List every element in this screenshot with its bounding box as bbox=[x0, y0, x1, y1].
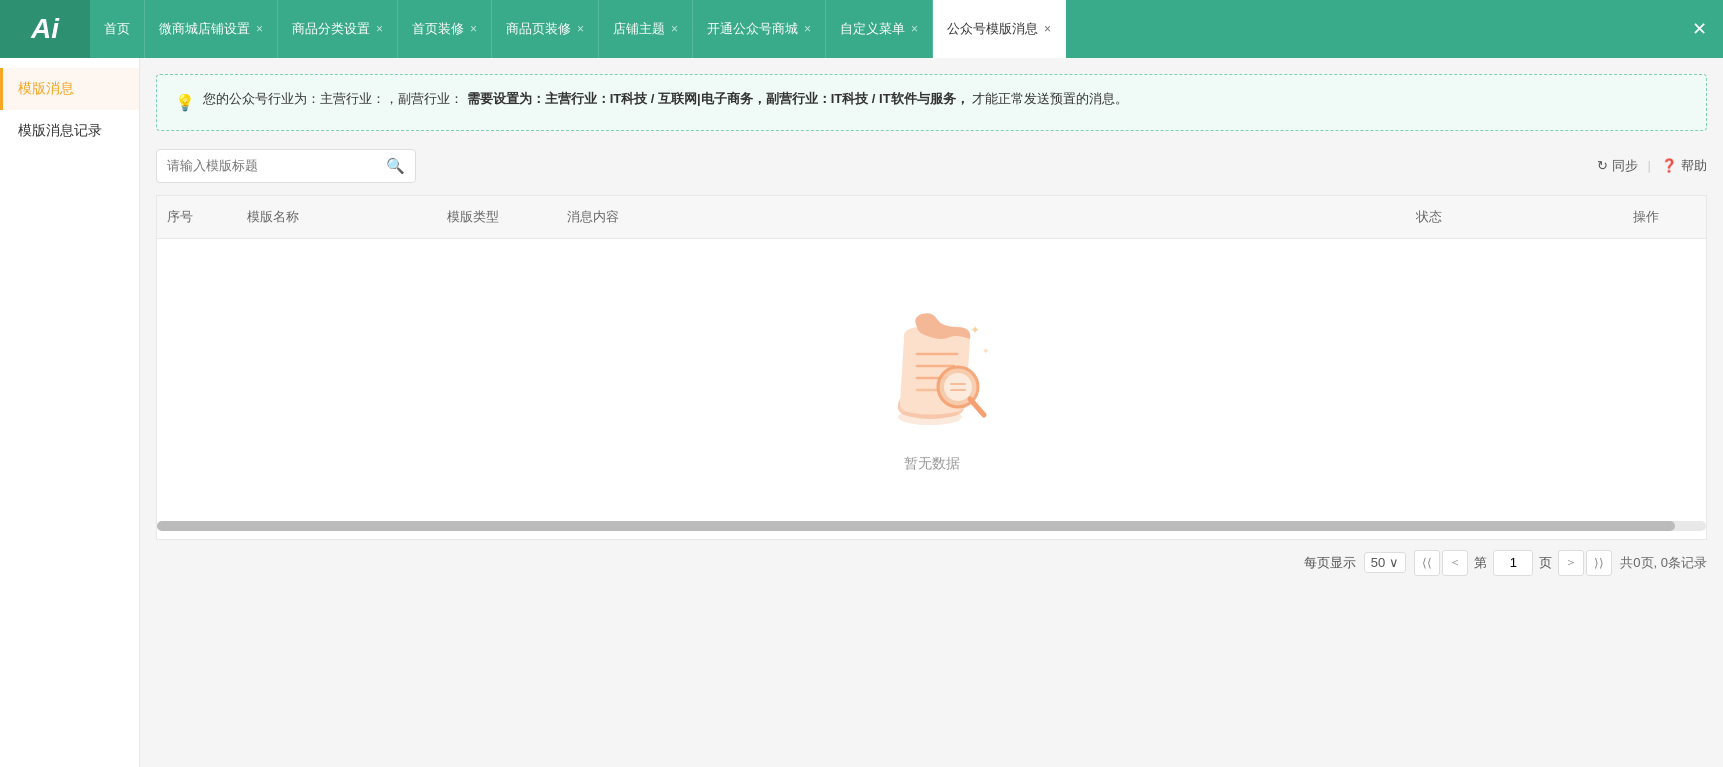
last-page-button[interactable]: ⟩⟩ bbox=[1586, 550, 1612, 576]
main-layout: 模版消息模版消息记录 💡 您的公众号行业为：主营行业：，副营行业： 需要设置为：… bbox=[0, 58, 1723, 767]
tab-open-mall[interactable]: 开通公众号商城× bbox=[693, 0, 826, 58]
empty-illustration: ✦ ✦ · bbox=[862, 299, 1002, 439]
svg-text:·: · bbox=[977, 338, 979, 345]
chevron-down-icon: ∨ bbox=[1389, 555, 1399, 570]
th-action: 操作 bbox=[1586, 196, 1706, 238]
logo: Ai bbox=[0, 0, 90, 58]
tab-close-template-msg[interactable]: × bbox=[1044, 22, 1051, 36]
tab-close-open-mall[interactable]: × bbox=[804, 22, 811, 36]
search-icon[interactable]: 🔍 bbox=[386, 157, 405, 175]
empty-state: ✦ ✦ · 暂无数据 bbox=[157, 239, 1706, 513]
th-status: 状态 bbox=[1406, 196, 1586, 238]
sidebar: 模版消息模版消息记录 bbox=[0, 58, 140, 767]
svg-text:✦: ✦ bbox=[982, 346, 990, 356]
page-size-label: 每页显示 bbox=[1304, 554, 1356, 572]
tab-template-msg[interactable]: 公众号模版消息× bbox=[933, 0, 1066, 58]
total-info: 共0页, 0条记录 bbox=[1620, 554, 1707, 572]
th-type: 模版类型 bbox=[437, 196, 557, 238]
tab-close-home-decor[interactable]: × bbox=[470, 22, 477, 36]
scroll-thumb bbox=[157, 521, 1675, 531]
help-icon: ❓ bbox=[1661, 158, 1677, 173]
th-name: 模版名称 bbox=[237, 196, 437, 238]
empty-text: 暂无数据 bbox=[904, 455, 960, 473]
notice-text: 您的公众号行业为：主营行业：，副营行业： 需要设置为：主营行业：IT科技 / 互… bbox=[203, 89, 1128, 110]
sidebar-item-template-records[interactable]: 模版消息记录 bbox=[0, 110, 139, 152]
global-close-button[interactable]: ✕ bbox=[1676, 0, 1723, 58]
first-page-button[interactable]: ⟨⟨ bbox=[1414, 550, 1440, 576]
help-button[interactable]: ❓ 帮助 bbox=[1661, 157, 1707, 175]
table-header: 序号模版名称模版类型消息内容状态操作 bbox=[157, 196, 1706, 239]
tab-close-category[interactable]: × bbox=[376, 22, 383, 36]
page-size-select[interactable]: 50 ∨ bbox=[1364, 552, 1406, 573]
data-table: 序号模版名称模版类型消息内容状态操作 bbox=[156, 195, 1707, 540]
top-nav: Ai 首页微商城店铺设置×商品分类设置×首页装修×商品页装修×店铺主题×开通公众… bbox=[0, 0, 1723, 58]
notice-box: 💡 您的公众号行业为：主营行业：，副营行业： 需要设置为：主营行业：IT科技 /… bbox=[156, 74, 1707, 131]
tab-shop-theme[interactable]: 店铺主题× bbox=[599, 0, 693, 58]
tab-bar: 首页微商城店铺设置×商品分类设置×首页装修×商品页装修×店铺主题×开通公众号商城… bbox=[90, 0, 1676, 58]
search-bar: 🔍 ↻ 同步 | ❓ 帮助 bbox=[156, 149, 1707, 183]
page-number-input[interactable] bbox=[1493, 550, 1533, 576]
bulb-icon: 💡 bbox=[175, 90, 195, 116]
sync-icon: ↻ bbox=[1597, 158, 1608, 173]
divider: | bbox=[1648, 158, 1651, 173]
scroll-track[interactable] bbox=[157, 521, 1706, 531]
svg-point-6 bbox=[944, 373, 972, 401]
tab-close-custom-menu[interactable]: × bbox=[911, 22, 918, 36]
toolbar-right: ↻ 同步 | ❓ 帮助 bbox=[1597, 157, 1707, 175]
search-input-wrap: 🔍 bbox=[156, 149, 416, 183]
svg-line-7 bbox=[970, 399, 984, 415]
prev-page-button[interactable]: ＜ bbox=[1442, 550, 1468, 576]
sync-button[interactable]: ↻ 同步 bbox=[1597, 157, 1638, 175]
tab-close-shop-theme[interactable]: × bbox=[671, 22, 678, 36]
sidebar-item-template-msg[interactable]: 模版消息 bbox=[0, 68, 139, 110]
tab-product-decor[interactable]: 商品页装修× bbox=[492, 0, 599, 58]
notice-highlight: 需要设置为：主营行业：IT科技 / 互联网|电子商务，副营行业：IT科技 / I… bbox=[467, 91, 969, 106]
svg-text:✦: ✦ bbox=[970, 323, 980, 337]
tab-home[interactable]: 首页 bbox=[90, 0, 145, 58]
tab-micro-shop[interactable]: 微商城店铺设置× bbox=[145, 0, 278, 58]
tab-home-decor[interactable]: 首页装修× bbox=[398, 0, 492, 58]
tab-close-product-decor[interactable]: × bbox=[577, 22, 584, 36]
page-unit: 页 bbox=[1539, 554, 1552, 572]
page-navigation: ⟨⟨ ＜ 第 页 ＞ ⟩⟩ bbox=[1414, 550, 1612, 576]
tab-close-micro-shop[interactable]: × bbox=[256, 22, 263, 36]
th-content: 消息内容 bbox=[557, 196, 1406, 238]
page-size-value: 50 bbox=[1371, 555, 1385, 570]
next-page-button[interactable]: ＞ bbox=[1558, 550, 1584, 576]
pagination: 每页显示 50 ∨ ⟨⟨ ＜ 第 页 ＞ ⟩⟩ 共0页, 0条记录 bbox=[156, 540, 1707, 576]
content-area: 💡 您的公众号行业为：主营行业：，副营行业： 需要设置为：主营行业：IT科技 /… bbox=[140, 58, 1723, 767]
search-input[interactable] bbox=[167, 158, 386, 173]
tab-custom-menu[interactable]: 自定义菜单× bbox=[826, 0, 933, 58]
page-word: 第 bbox=[1474, 554, 1487, 572]
tab-category[interactable]: 商品分类设置× bbox=[278, 0, 398, 58]
th-seq: 序号 bbox=[157, 196, 237, 238]
